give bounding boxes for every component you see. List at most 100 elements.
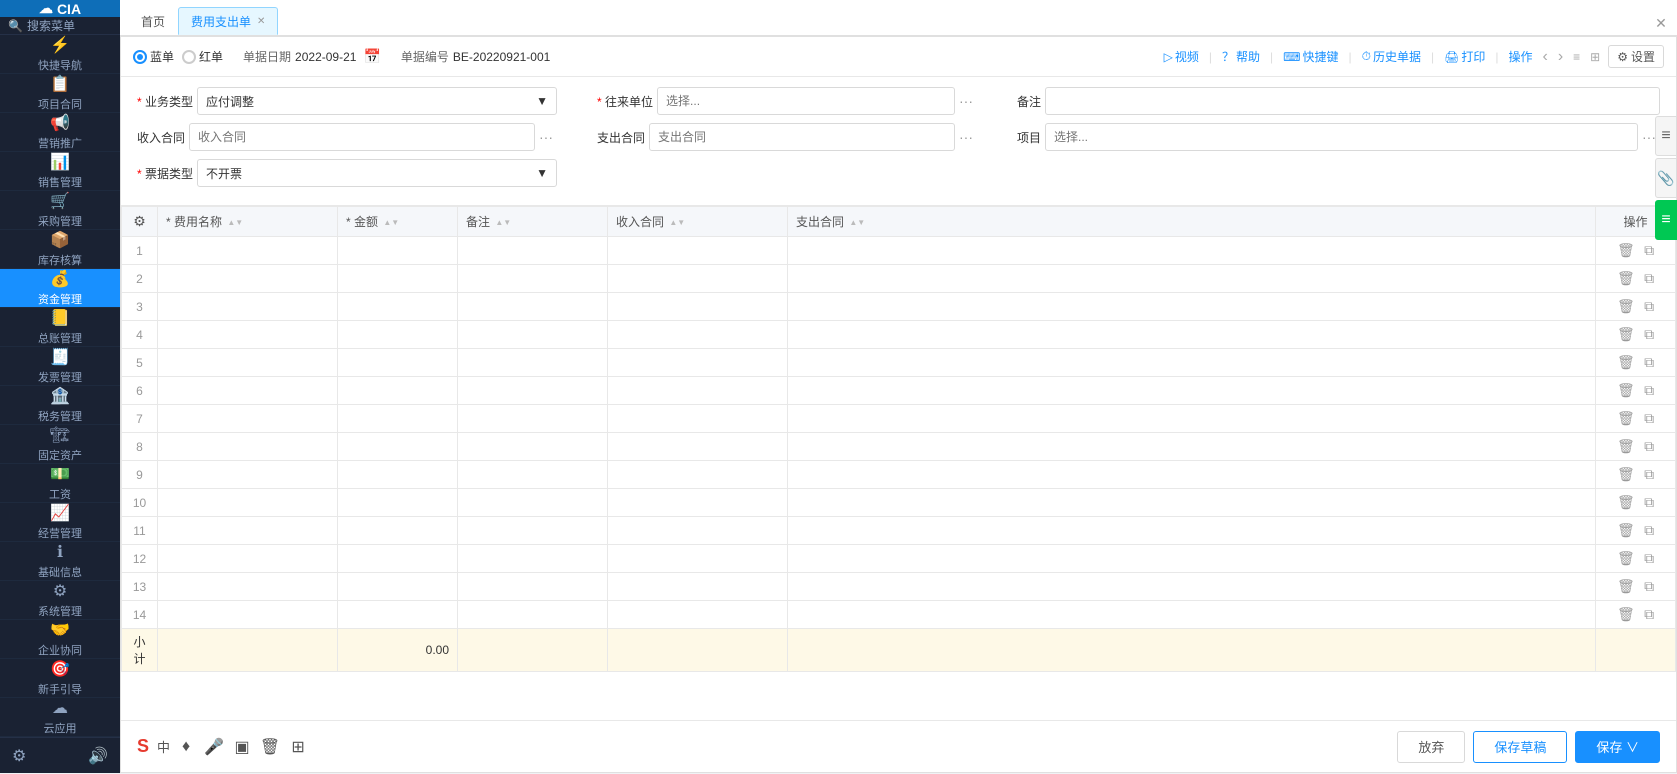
sidebar-item-fixed-assets[interactable]: 🏗 固定资产 <box>0 425 120 464</box>
cell-amount[interactable] <box>338 405 458 433</box>
income-contract-dots[interactable]: ··· <box>535 129 557 145</box>
cell-expense-contract[interactable] <box>788 377 1596 405</box>
sidebar-search[interactable]: 🔍 搜索菜单 <box>0 17 120 35</box>
row-copy-button[interactable]: ⧉ <box>1641 270 1657 287</box>
cell-note[interactable] <box>458 405 608 433</box>
cell-note[interactable] <box>458 545 608 573</box>
cell-name[interactable] <box>158 377 338 405</box>
video-button[interactable]: ▷ 视频 <box>1164 48 1199 65</box>
cell-income-contract[interactable] <box>608 517 788 545</box>
row-copy-button[interactable]: ⧉ <box>1641 242 1657 259</box>
cell-income-contract[interactable] <box>608 573 788 601</box>
cell-income-contract[interactable] <box>608 349 788 377</box>
row-delete-button[interactable]: 🗑 <box>1614 578 1638 595</box>
cell-income-contract[interactable] <box>608 545 788 573</box>
cell-income-contract[interactable] <box>608 601 788 629</box>
tool-mic-icon[interactable]: 🎤 <box>202 735 226 759</box>
tab-close-icon[interactable]: ✕ <box>257 16 265 27</box>
view-grid-button[interactable]: ⊞ <box>1590 50 1600 64</box>
sidebar-item-accounting[interactable]: 📒 总账管理 <box>0 308 120 347</box>
counterparty-input[interactable] <box>657 87 955 115</box>
discard-button[interactable]: 放弃 <box>1397 731 1465 763</box>
sidebar-item-fund-mgmt[interactable]: 💰 资金管理 <box>0 269 120 308</box>
business-type-select[interactable]: 应付调整 ▼ <box>197 87 557 115</box>
tool-table-icon[interactable]: ▣ <box>230 735 254 759</box>
cell-expense-contract[interactable] <box>788 601 1596 629</box>
sidebar-item-enterprise[interactable]: 🤝 企业协同 <box>0 620 120 659</box>
settings-button[interactable]: ⚙ 设置 <box>1608 45 1664 68</box>
cell-expense-contract[interactable] <box>788 265 1596 293</box>
blue-radio[interactable]: 蓝单 <box>133 48 174 65</box>
income-contract-input[interactable] <box>189 123 535 151</box>
cell-note[interactable] <box>458 433 608 461</box>
row-copy-button[interactable]: ⧉ <box>1641 606 1657 623</box>
cell-amount[interactable] <box>338 433 458 461</box>
sidebar-item-inventory[interactable]: 📦 库存核算 <box>0 230 120 269</box>
cell-note[interactable] <box>458 265 608 293</box>
cell-name[interactable] <box>158 405 338 433</box>
invoice-type-select[interactable]: 不开票 ▼ <box>197 159 557 187</box>
row-delete-button[interactable]: 🗑 <box>1614 606 1638 623</box>
cell-name[interactable] <box>158 433 338 461</box>
cell-note[interactable] <box>458 461 608 489</box>
cell-amount[interactable] <box>338 265 458 293</box>
tab-home[interactable]: 首页 <box>128 7 178 35</box>
sidebar-item-invoice-mgmt[interactable]: 🧾 发票管理 <box>0 347 120 386</box>
cell-expense-contract[interactable] <box>788 237 1596 265</box>
sidebar-item-quick-nav[interactable]: ⚡ 快捷导航 <box>0 35 120 74</box>
cell-note[interactable] <box>458 573 608 601</box>
row-copy-button[interactable]: ⧉ <box>1641 578 1657 595</box>
cell-name[interactable] <box>158 601 338 629</box>
cell-amount[interactable] <box>338 321 458 349</box>
cell-expense-contract[interactable] <box>788 433 1596 461</box>
cell-note[interactable] <box>458 489 608 517</box>
col-header-note[interactable]: 备注 ▲▼ <box>458 207 608 237</box>
shortcut-button[interactable]: ⌨ 快捷键 <box>1283 48 1338 65</box>
green-tab-button[interactable]: ≡ <box>1655 200 1677 240</box>
cell-amount[interactable] <box>338 237 458 265</box>
sidebar-item-operations[interactable]: 📈 经营管理 <box>0 503 120 542</box>
row-copy-button[interactable]: ⧉ <box>1641 466 1657 483</box>
row-delete-button[interactable]: 🗑 <box>1614 242 1638 259</box>
sidebar-item-salary[interactable]: 💵 工资 <box>0 464 120 503</box>
row-delete-button[interactable]: 🗑 <box>1614 494 1638 511</box>
cell-note[interactable] <box>458 293 608 321</box>
sidebar-audio-icon[interactable]: 🔊 <box>88 746 108 766</box>
window-close-button[interactable]: ✕ <box>1653 15 1669 31</box>
cell-note[interactable] <box>458 517 608 545</box>
cell-expense-contract[interactable] <box>788 321 1596 349</box>
help-button[interactable]: ？ 帮助 <box>1222 48 1260 65</box>
row-delete-button[interactable]: 🗑 <box>1614 466 1638 483</box>
sidebar-item-cloud-apps[interactable]: ☁ 云应用 <box>0 698 120 737</box>
cell-name[interactable] <box>158 293 338 321</box>
cell-expense-contract[interactable] <box>788 573 1596 601</box>
save-button[interactable]: 保存 ∨ <box>1575 731 1660 763</box>
row-copy-button[interactable]: ⧉ <box>1641 298 1657 315</box>
counterparty-dots[interactable]: ··· <box>955 93 977 109</box>
cell-income-contract[interactable] <box>608 321 788 349</box>
row-delete-button[interactable]: 🗑 <box>1614 522 1638 539</box>
cell-amount[interactable] <box>338 349 458 377</box>
row-delete-button[interactable]: 🗑 <box>1614 354 1638 371</box>
expense-contract-dots[interactable]: ··· <box>955 129 977 145</box>
row-delete-button[interactable]: 🗑 <box>1614 438 1638 455</box>
row-copy-button[interactable]: ⧉ <box>1641 522 1657 539</box>
sidebar-settings-icon[interactable]: ⚙ <box>12 746 26 766</box>
row-copy-button[interactable]: ⧉ <box>1641 550 1657 567</box>
row-delete-button[interactable]: 🗑 <box>1614 270 1638 287</box>
row-copy-button[interactable]: ⧉ <box>1641 326 1657 343</box>
sidebar-item-purchase-mgmt[interactable]: 🛒 采购管理 <box>0 191 120 230</box>
cell-income-contract[interactable] <box>608 405 788 433</box>
cell-name[interactable] <box>158 265 338 293</box>
print-button[interactable]: 🖨 打印 <box>1444 48 1485 65</box>
cell-expense-contract[interactable] <box>788 349 1596 377</box>
tool-delete-icon[interactable]: 🗑 <box>258 735 282 759</box>
cell-note[interactable] <box>458 349 608 377</box>
cell-amount[interactable] <box>338 377 458 405</box>
view-list-button[interactable]: ≡ <box>1573 50 1580 64</box>
cell-name[interactable] <box>158 573 338 601</box>
cell-name[interactable] <box>158 321 338 349</box>
cell-name[interactable] <box>158 461 338 489</box>
cell-amount[interactable] <box>338 573 458 601</box>
operations-button[interactable]: 操作 <box>1508 48 1532 65</box>
